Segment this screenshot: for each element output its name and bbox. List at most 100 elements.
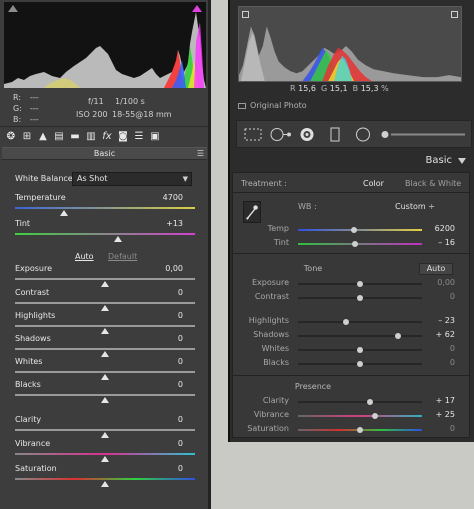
snapshots-icon[interactable]: ▣ [148, 130, 162, 143]
fx-icon[interactable]: fx [100, 130, 114, 143]
white-balance-select[interactable]: As Shot ▼ [72, 172, 192, 186]
saturation-label: Saturation [247, 424, 289, 433]
clarity-slider-thumb[interactable] [101, 432, 109, 438]
split-toning-icon[interactable]: ▬ [68, 130, 82, 143]
treatment-bw-button[interactable]: Black & White [405, 179, 461, 188]
vibrance-value[interactable]: 0 [178, 439, 183, 448]
clarity-slider-track[interactable] [15, 429, 195, 431]
exposure-value[interactable]: 0,00 [437, 278, 455, 287]
whites-slider-thumb[interactable] [357, 347, 363, 353]
shadows-slider-thumb[interactable] [395, 333, 402, 339]
whites-value[interactable]: 0 [450, 344, 455, 353]
exposure-slider-thumb[interactable] [357, 281, 363, 287]
highlights-value[interactable]: – 23 [438, 316, 455, 325]
shadow-clipping-icon[interactable] [8, 5, 18, 12]
basic-panel-header[interactable]: Basic [232, 152, 472, 170]
highlights-slider-track[interactable] [15, 325, 195, 327]
shadows-slider-track[interactable] [15, 348, 195, 350]
auto-button[interactable]: Auto [75, 252, 94, 261]
temperature-slider-thumb[interactable] [59, 210, 68, 216]
exposure-slider-track[interactable] [15, 278, 195, 280]
whites-value[interactable]: 0 [178, 357, 183, 366]
clarity-value[interactable]: + 17 [436, 396, 455, 405]
highlight-clipping-toggle[interactable] [451, 11, 458, 18]
tint-value[interactable]: +13 [166, 219, 183, 228]
detail-icon[interactable]: ▲ [36, 130, 50, 143]
saturation-slider-thumb[interactable] [357, 427, 363, 433]
highlights-label: Highlights [248, 316, 289, 325]
vibrance-slider-track[interactable] [15, 453, 195, 455]
blacks-slider-thumb[interactable] [357, 361, 363, 367]
saturation-value[interactable]: 0 [178, 464, 183, 473]
tint-slider-track[interactable] [298, 243, 422, 245]
original-photo-checkbox[interactable] [238, 103, 246, 109]
collapse-triangle-icon[interactable] [458, 158, 466, 164]
exposure-value[interactable]: 0,00 [165, 264, 183, 273]
shadows-slider-track[interactable] [298, 335, 422, 337]
blacks-label: Blacks [15, 380, 41, 389]
default-button[interactable]: Default [108, 252, 137, 261]
clarity-value[interactable]: 0 [178, 415, 183, 424]
tint-slider-track[interactable] [15, 233, 195, 235]
hsl-icon[interactable]: ▤ [52, 130, 66, 143]
spot-removal-icon[interactable] [269, 127, 293, 142]
g-label: G [321, 84, 328, 93]
wb-eyedropper[interactable] [243, 201, 261, 223]
camera-calibration-icon[interactable]: ◙ [116, 130, 130, 143]
blacks-slider-track[interactable] [15, 394, 195, 396]
contrast-slider-track[interactable] [15, 302, 195, 304]
blacks-slider-thumb[interactable] [101, 397, 109, 403]
clarity-slider-thumb[interactable] [366, 399, 373, 405]
shadows-value[interactable]: 0 [178, 334, 183, 343]
tint-value[interactable]: – 16 [438, 238, 455, 247]
contrast-slider-thumb[interactable] [357, 295, 363, 301]
temperature-slider-track[interactable] [15, 207, 195, 209]
temp-slider-track[interactable] [298, 229, 422, 231]
aperture-icon[interactable]: ❂ [4, 130, 18, 143]
wb-select[interactable]: Custom ÷ [395, 202, 435, 211]
temp-value[interactable]: 6200 [435, 224, 455, 233]
saturation-slider-thumb[interactable] [101, 481, 109, 487]
vibrance-slider-track[interactable] [298, 415, 422, 417]
vibrance-value[interactable]: + 25 [436, 410, 455, 419]
original-photo-toggle[interactable]: Original Photo [238, 101, 307, 110]
tint-slider-thumb[interactable] [352, 241, 359, 247]
whites-slider-track[interactable] [15, 371, 195, 373]
temp-slider-thumb[interactable] [350, 227, 357, 233]
red-eye-icon[interactable] [299, 127, 315, 142]
radial-filter-icon[interactable] [355, 127, 371, 142]
lens-icon[interactable]: ▥ [84, 130, 98, 143]
highlights-slider-thumb[interactable] [101, 328, 109, 334]
whites-slider-thumb[interactable] [101, 374, 109, 380]
vibrance-slider-thumb[interactable] [101, 456, 109, 462]
saturation-value[interactable]: 0 [450, 424, 455, 433]
saturation-slider-track[interactable] [15, 478, 195, 480]
exposure-slider-thumb[interactable] [101, 281, 109, 287]
panel-menu-icon[interactable]: ☰ [197, 149, 204, 158]
image-info: R: --- G: --- B: --- f/11 1/100 s ISO 20… [0, 90, 208, 128]
tint-slider-thumb[interactable] [113, 236, 122, 242]
clarity-slider-track[interactable] [298, 401, 422, 403]
highlights-slider-track[interactable] [298, 321, 422, 323]
highlights-slider-thumb[interactable] [343, 319, 350, 325]
presets-icon[interactable]: ☰ [132, 130, 146, 143]
shadows-slider-thumb[interactable] [101, 351, 109, 357]
blacks-value[interactable]: 0 [450, 358, 455, 367]
temperature-value[interactable]: 4700 [163, 193, 183, 202]
adjustment-brush-slider[interactable] [381, 127, 467, 142]
tone-auto-button[interactable]: Auto [419, 263, 453, 275]
tone-curve-icon[interactable]: ⊞ [20, 130, 34, 143]
contrast-slider-thumb[interactable] [101, 305, 109, 311]
left-histogram-graph [4, 12, 206, 88]
shadows-value[interactable]: + 62 [436, 330, 455, 339]
crop-overlay-icon[interactable] [243, 127, 263, 142]
contrast-value[interactable]: 0 [450, 292, 455, 301]
blacks-value[interactable]: 0 [178, 380, 183, 389]
graduated-filter-icon[interactable] [329, 127, 341, 142]
highlight-clipping-icon[interactable] [192, 5, 202, 12]
shadow-clipping-toggle[interactable] [242, 11, 249, 18]
treatment-color-button[interactable]: Color [363, 179, 384, 188]
contrast-value[interactable]: 0 [178, 288, 183, 297]
highlights-value[interactable]: 0 [178, 311, 183, 320]
vibrance-slider-thumb[interactable] [371, 413, 378, 419]
